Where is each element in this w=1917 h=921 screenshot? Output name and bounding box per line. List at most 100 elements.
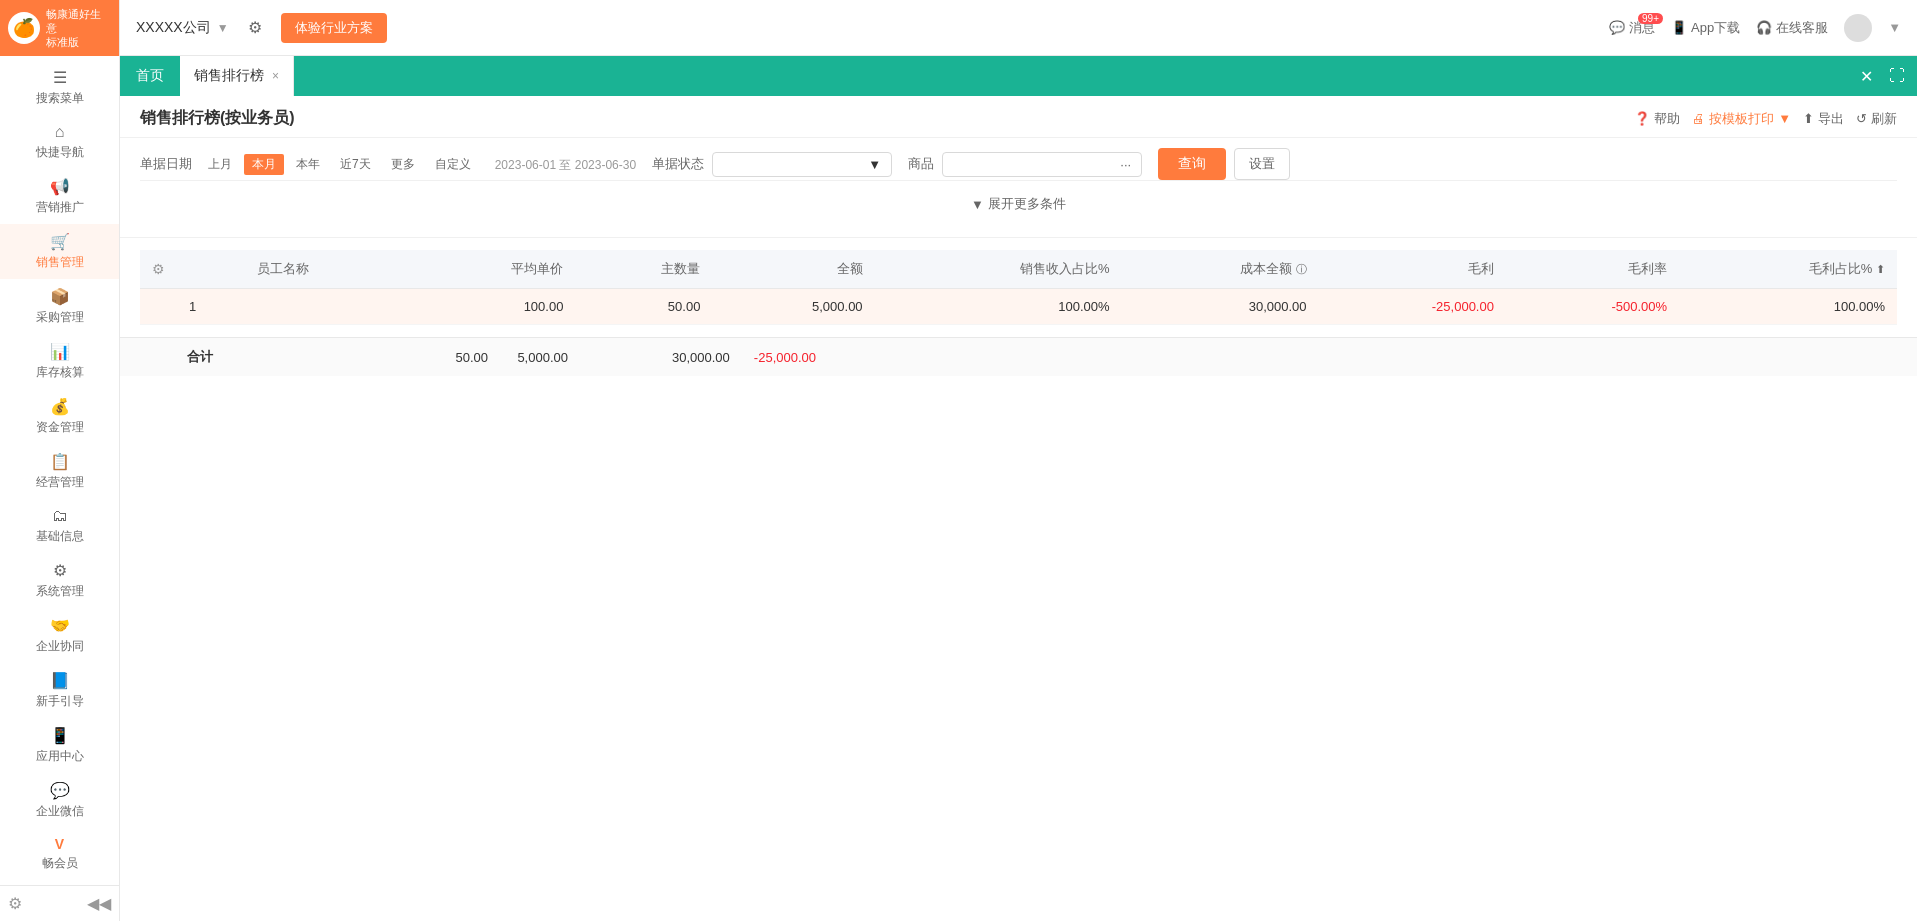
- date-tab-more[interactable]: 更多: [383, 154, 423, 175]
- operations-icon: 📋: [50, 452, 70, 471]
- sidebar-item-system[interactable]: ⚙ 系统管理: [0, 553, 119, 608]
- expand-more-button[interactable]: ▼ 展开更多条件: [965, 189, 1072, 219]
- status-filter-label: 单据状态: [652, 155, 704, 173]
- sidebar-item-appstore[interactable]: 📱 应用中心: [0, 718, 119, 773]
- sidebar-item-finance[interactable]: 💰 资金管理: [0, 389, 119, 444]
- help-icon: ❓: [1634, 111, 1650, 126]
- tabbar: 首页 销售排行榜 × ✕ ⛶: [120, 56, 1917, 96]
- date-tab-custom[interactable]: 自定义: [427, 154, 479, 175]
- sidebar-item-search-order[interactable]: ☰ 搜索菜单: [0, 60, 119, 115]
- sidebar-item-operations[interactable]: 📋 经营管理: [0, 444, 119, 499]
- online-service-button[interactable]: 🎧 在线客服: [1756, 19, 1828, 37]
- chevron-down-expand-icon: ▼: [971, 197, 984, 212]
- download-icon: 📱: [1671, 20, 1687, 35]
- app-download-button[interactable]: 📱 App下载: [1671, 19, 1740, 37]
- date-tab-prev-month[interactable]: 上月: [200, 154, 240, 175]
- company-name: XXXXX公司: [136, 19, 211, 37]
- tab-home[interactable]: 首页: [120, 56, 180, 96]
- table-row: 1 100.00 50.00 5,000.00 100.00% 30,000.0…: [140, 289, 1897, 325]
- page: 销售排行榜(按业务员) ❓ 帮助 🖨 按模板打印 ▼ ⬆ 导出: [120, 96, 1917, 921]
- chevron-down-icon: ▼: [217, 21, 229, 35]
- footer-label: 合计: [140, 348, 340, 366]
- cell-cost: 30,000.00: [1122, 289, 1319, 325]
- goods-filter-label: 商品: [908, 155, 934, 173]
- company-selector[interactable]: XXXXX公司 ▼: [136, 19, 229, 37]
- page-header: 销售排行榜(按业务员) ❓ 帮助 🖨 按模板打印 ▼ ⬆ 导出: [120, 96, 1917, 138]
- settings-bottom-icon[interactable]: ⚙: [8, 894, 22, 913]
- settings-icon[interactable]: ⚙: [241, 14, 269, 42]
- filter-actions: 查询 设置: [1158, 148, 1290, 180]
- export-button[interactable]: ⬆ 导出: [1803, 110, 1844, 128]
- cell-main-qty: 50.00: [575, 289, 712, 325]
- tab-sales-ranking[interactable]: 销售排行榜 ×: [180, 56, 294, 96]
- sales-table: ⚙ 员工名称 平均单价 主数量 全额 销售收入占比% 成本全额 ⓘ 毛利 毛利率…: [140, 250, 1897, 325]
- sidebar-item-marketing[interactable]: 📢 营销推广: [0, 169, 119, 224]
- col-rank: [177, 250, 245, 289]
- date-tab-cur-month[interactable]: 本月: [244, 154, 284, 175]
- refresh-icon: ↺: [1856, 111, 1867, 126]
- refresh-button[interactable]: ↺ 刷新: [1856, 110, 1897, 128]
- tab-close-icon[interactable]: ×: [272, 69, 279, 83]
- sidebar-item-guide[interactable]: 📘 新手引导: [0, 663, 119, 718]
- goods-filter: 商品 ···: [908, 152, 1142, 177]
- message-icon: 💬: [1609, 20, 1625, 35]
- date-filter-label: 单据日期: [140, 155, 192, 173]
- topbar: XXXXX公司 ▼ ⚙ 体验行业方案 💬 消息 99+ 📱 App下载 🎧 在线…: [120, 0, 1917, 56]
- sidebar-item-basics[interactable]: 🗂 基础信息: [0, 499, 119, 553]
- sales-icon: 🛒: [50, 232, 70, 251]
- col-settings[interactable]: ⚙: [140, 250, 177, 289]
- guide-icon: 📘: [50, 671, 70, 690]
- footer-profit: -25,000.00: [742, 350, 828, 365]
- inventory-icon: 📊: [50, 342, 70, 361]
- filter-bar: 单据日期 上月 本月 本年 近7天 更多 自定义 2023-06-01 至 20…: [120, 138, 1917, 238]
- cell-profit-rate: -500.00%: [1506, 289, 1679, 325]
- logo-text: 畅康通好生意 标准版: [46, 7, 111, 50]
- template-print-button[interactable]: 🖨 按模板打印 ▼: [1692, 110, 1791, 128]
- sidebar-item-purchase[interactable]: 📦 采购管理: [0, 279, 119, 334]
- col-profit-rate: 毛利率: [1506, 250, 1679, 289]
- date-tab-cur-year[interactable]: 本年: [288, 154, 328, 175]
- date-tabs: 上月 本月 本年 近7天 更多 自定义: [200, 154, 479, 175]
- expand-section: ▼ 展开更多条件: [140, 180, 1897, 227]
- enterprise-icon: 🤝: [50, 616, 70, 635]
- cell-total: 5,000.00: [712, 289, 874, 325]
- settings-filter-button[interactable]: 设置: [1234, 148, 1290, 180]
- collapse-icon[interactable]: ◀◀: [87, 894, 111, 913]
- help-button[interactable]: ❓ 帮助: [1634, 110, 1680, 128]
- table-header-row: ⚙ 员工名称 平均单价 主数量 全额 销售收入占比% 成本全额 ⓘ 毛利 毛利率…: [140, 250, 1897, 289]
- sidebar-item-vip[interactable]: V 畅会员: [0, 828, 119, 880]
- username: ▼: [1888, 20, 1901, 35]
- sidebar-item-quick-nav[interactable]: ⌂ 快捷导航: [0, 115, 119, 169]
- sidebar-item-enterprise[interactable]: 🤝 企业协同: [0, 608, 119, 663]
- col-profit: 毛利: [1319, 250, 1506, 289]
- col-employee: 员工名称: [245, 250, 410, 289]
- trial-button[interactable]: 体验行业方案: [281, 13, 387, 43]
- table-container: ⚙ 员工名称 平均单价 主数量 全额 销售收入占比% 成本全额 ⓘ 毛利 毛利率…: [120, 238, 1917, 337]
- finance-icon: 💰: [50, 397, 70, 416]
- footer-main-qty: 50.00: [420, 350, 500, 365]
- sidebar-bottom: ⚙ ◀◀: [0, 885, 119, 921]
- page-actions: ❓ 帮助 🖨 按模板打印 ▼ ⬆ 导出 ↺ 刷新: [1634, 110, 1897, 128]
- date-tab-last7[interactable]: 近7天: [332, 154, 379, 175]
- tabbar-right: ✕ ⛶: [1856, 63, 1917, 90]
- status-filter: 单据状态 ▼: [652, 152, 892, 177]
- cell-profit: -25,000.00: [1319, 289, 1506, 325]
- search-order-icon: ☰: [53, 68, 67, 87]
- page-title: 销售排行榜(按业务员): [140, 108, 295, 129]
- message-button[interactable]: 💬 消息 99+: [1609, 19, 1655, 37]
- row-settings-icon: [140, 289, 177, 325]
- basics-icon: 🗂: [52, 507, 68, 525]
- home-icon: ⌂: [55, 123, 65, 141]
- sidebar-item-wechat[interactable]: 💬 企业微信: [0, 773, 119, 828]
- query-button[interactable]: 查询: [1158, 148, 1226, 180]
- system-icon: ⚙: [53, 561, 67, 580]
- status-select[interactable]: ▼: [712, 152, 892, 177]
- goods-input[interactable]: ···: [942, 152, 1142, 177]
- appstore-icon: 📱: [50, 726, 70, 745]
- maximize-icon[interactable]: ⛶: [1885, 63, 1909, 89]
- status-select-placeholder: [723, 157, 799, 172]
- sidebar-item-inventory[interactable]: 📊 库存核算: [0, 334, 119, 389]
- avatar[interactable]: [1844, 14, 1872, 42]
- sidebar-item-sales[interactable]: 🛒 销售管理: [0, 224, 119, 279]
- close-window-icon[interactable]: ✕: [1856, 63, 1877, 90]
